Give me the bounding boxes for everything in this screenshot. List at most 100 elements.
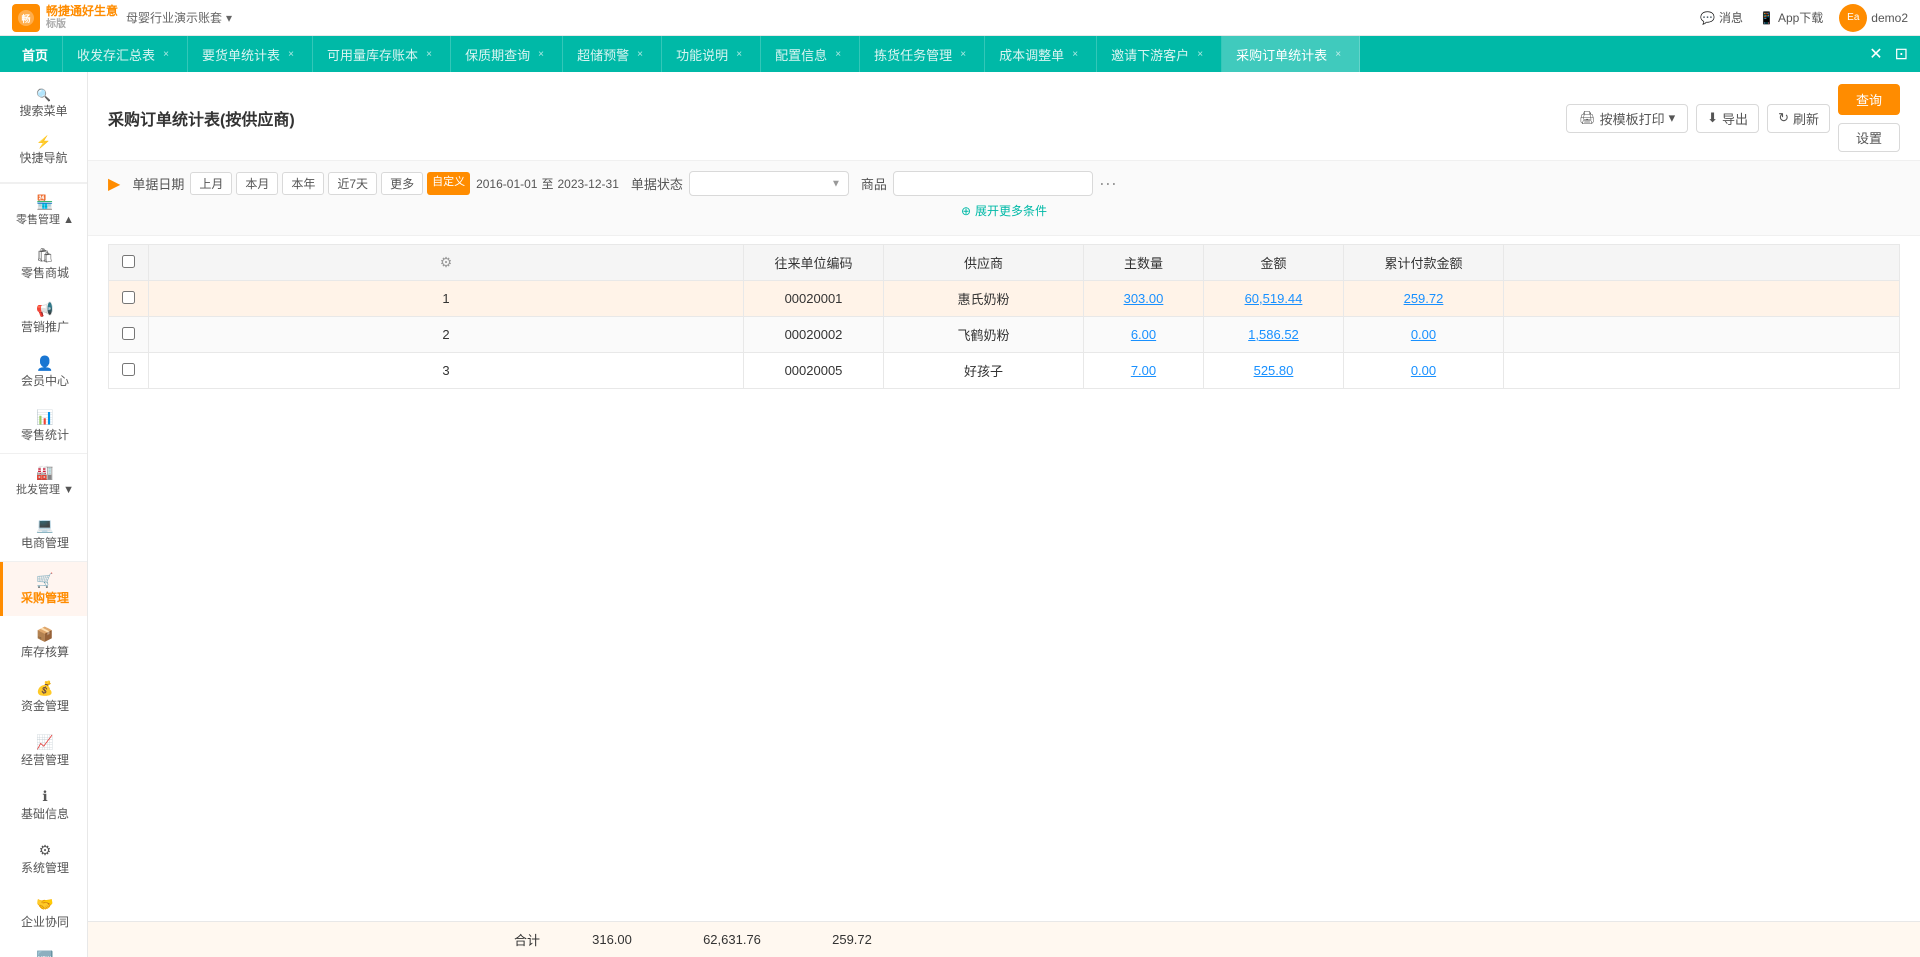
close-icon[interactable]: × xyxy=(1068,47,1082,61)
sidebar-item-member-center[interactable]: 👤 会员中心 xyxy=(0,345,87,399)
close-icon[interactable]: × xyxy=(159,47,173,61)
tab-overstock-warning[interactable]: 超储预警 × xyxy=(563,36,662,72)
sidebar-wholesale-label: 批发管理 ▼ xyxy=(16,481,74,497)
chevron-down-icon: ▾ xyxy=(226,11,232,25)
tab-cost-adjust[interactable]: 成本调整单 × xyxy=(985,36,1097,72)
qty-link[interactable]: 6.00 xyxy=(1131,327,1156,342)
tab-function-desc[interactable]: 功能说明 × xyxy=(662,36,761,72)
shortcut-last-month[interactable]: 上月 xyxy=(190,172,232,195)
gear-icon[interactable]: ⚙ xyxy=(440,254,453,270)
message-icon: 💬 xyxy=(1700,11,1715,25)
shortcut-this-year[interactable]: 本年 xyxy=(282,172,324,195)
marketing-icon: 📢 xyxy=(36,301,53,318)
sidebar-basic-info-label: 基础信息 xyxy=(21,805,69,822)
close-icon[interactable]: × xyxy=(534,47,548,61)
tab-config-info[interactable]: 配置信息 × xyxy=(761,36,860,72)
amount-link[interactable]: 525.80 xyxy=(1254,363,1294,378)
sidebar-purchase-label: 采购管理 xyxy=(21,589,69,606)
sidebar-item-wholesale-mgmt[interactable]: 🏭 批发管理 ▼ xyxy=(0,454,87,507)
row-checkbox[interactable] xyxy=(122,291,135,304)
sidebar-item-new-guide[interactable]: 🆕 新手引导 xyxy=(0,940,87,957)
refresh-button[interactable]: ↻ 刷新 xyxy=(1767,104,1830,133)
tab-purchase-summary[interactable]: 要货单统计表 × xyxy=(188,36,313,72)
paid-link[interactable]: 259.72 xyxy=(1404,291,1444,306)
sidebar-item-retail-mgmt[interactable]: 🏪 零售管理 ▲ xyxy=(0,184,87,237)
close-icon[interactable]: × xyxy=(633,47,647,61)
sidebar-item-retail-stats[interactable]: 📊 零售统计 xyxy=(0,399,87,453)
close-icon[interactable]: × xyxy=(1193,47,1207,61)
sidebar-item-basic-info[interactable]: ℹ 基础信息 xyxy=(0,778,87,832)
tab-purchase-order-stat[interactable]: 采购订单统计表 × xyxy=(1222,36,1360,72)
user-area[interactable]: Ea demo2 xyxy=(1839,4,1908,32)
filter-collapse-btn[interactable]: ▶ xyxy=(108,174,120,194)
shortcut-7days[interactable]: 近7天 xyxy=(328,172,377,195)
sidebar-item-retail-mall[interactable]: 🛍 零售商城 xyxy=(0,237,87,291)
print-button[interactable]: 🖨 按模板打印 ▾ xyxy=(1566,104,1688,133)
close-icon[interactable]: × xyxy=(732,47,746,61)
close-icon[interactable]: × xyxy=(831,47,845,61)
sidebar-item-marketing[interactable]: 📢 营销推广 xyxy=(0,291,87,345)
sidebar-item-ecommerce-mgmt[interactable]: 💻 电商管理 xyxy=(0,507,87,561)
amount-link[interactable]: 60,519.44 xyxy=(1245,291,1303,306)
sidebar-item-inventory-check[interactable]: 📦 库存核算 xyxy=(0,616,87,670)
app-download-action[interactable]: 📱 App下载 xyxy=(1759,9,1823,26)
col-supplier-header: 供应商 xyxy=(883,245,1083,281)
goods-input[interactable] xyxy=(893,171,1093,196)
expand-btn[interactable]: ⊕ 展开更多条件 xyxy=(961,202,1047,219)
content-area: 采购订单统计表(按供应商) 🖨 按模板打印 ▾ ⬇ 导出 ↻ 刷新 查询 xyxy=(88,72,1920,957)
row-checkbox[interactable] xyxy=(122,363,135,376)
quick-nav-icon: ⚡ xyxy=(36,135,51,149)
sidebar-item-purchase-mgmt[interactable]: 🛒 采购管理 xyxy=(0,562,87,616)
footer-total-qty: 316.00 xyxy=(552,932,672,947)
sidebar-item-enterprise-collab[interactable]: 🤝 企业协同 xyxy=(0,886,87,940)
close-icon[interactable]: × xyxy=(956,47,970,61)
close-icon[interactable]: × xyxy=(284,47,298,61)
wholesale-icon: 🏭 xyxy=(36,464,53,481)
paid-link[interactable]: 0.00 xyxy=(1411,363,1436,378)
row-checkbox[interactable] xyxy=(122,327,135,340)
cell-seq: 2 xyxy=(149,317,744,353)
close-icon[interactable]: × xyxy=(422,47,436,61)
close-icon[interactable]: × xyxy=(1331,47,1345,61)
cell-amount: 525.80 xyxy=(1203,353,1343,389)
sidebar-item-operation-mgmt[interactable]: 📈 经营管理 xyxy=(0,724,87,778)
cell-supplier: 惠氏奶粉 xyxy=(883,281,1083,317)
tab-invite-downstream[interactable]: 邀请下游客户 × xyxy=(1097,36,1222,72)
message-action[interactable]: 💬 消息 xyxy=(1700,9,1743,26)
shortcut-more[interactable]: 更多 xyxy=(381,172,423,195)
query-button[interactable]: 查询 xyxy=(1838,84,1900,115)
tab-receive-summary[interactable]: 收发存汇总表 × xyxy=(63,36,188,72)
select-all-checkbox[interactable] xyxy=(122,255,135,268)
sidebar-item-search[interactable]: 🔍 搜索菜单 xyxy=(6,80,81,127)
sidebar-inventory-label: 库存核算 xyxy=(21,643,69,660)
amount-link[interactable]: 1,586.52 xyxy=(1248,327,1299,342)
tab-expiry-query[interactable]: 保质期查询 × xyxy=(451,36,563,72)
tab-available-inventory[interactable]: 可用量库存账本 × xyxy=(313,36,451,72)
member-center-icon: 👤 xyxy=(36,355,53,372)
sidebar-item-finance-mgmt[interactable]: 💰 资金管理 xyxy=(0,670,87,724)
cell-qty: 303.00 xyxy=(1083,281,1203,317)
date-range: 2016-01-01 至 2023-12-31 xyxy=(476,175,619,192)
shortcut-this-month[interactable]: 本月 xyxy=(236,172,278,195)
sidebar-item-system-mgmt[interactable]: ⚙ 系统管理 xyxy=(0,832,87,886)
breadcrumb[interactable]: 母婴行业演示账套 ▾ xyxy=(126,9,232,26)
status-select[interactable] xyxy=(689,171,849,196)
date-from: 2016-01-01 xyxy=(476,177,537,191)
tab-pick-task[interactable]: 拣货任务管理 × xyxy=(860,36,985,72)
sidebar-marketing-label: 营销推广 xyxy=(21,318,69,335)
qty-link[interactable]: 7.00 xyxy=(1131,363,1156,378)
qty-link[interactable]: 303.00 xyxy=(1124,291,1164,306)
close-tab-icon[interactable]: ✕ xyxy=(1865,44,1886,64)
app-download-label: App下载 xyxy=(1778,9,1823,26)
cell-qty: 7.00 xyxy=(1083,353,1203,389)
more-options-icon[interactable]: ··· xyxy=(1099,173,1117,194)
export-button[interactable]: ⬇ 导出 xyxy=(1696,104,1759,133)
col-paid-header: 累计付款金额 xyxy=(1343,245,1503,281)
paid-link[interactable]: 0.00 xyxy=(1411,327,1436,342)
tab-home[interactable]: 首页 xyxy=(8,36,63,72)
expand-tab-icon[interactable]: ⊡ xyxy=(1891,44,1912,64)
sidebar-item-quick-nav[interactable]: ⚡ 快捷导航 xyxy=(6,127,81,174)
cell-checkbox xyxy=(109,353,149,389)
table-row: 3 00020005 好孩子 7.00 525.80 0.00 xyxy=(109,353,1900,389)
settings-button[interactable]: 设置 xyxy=(1838,123,1900,152)
